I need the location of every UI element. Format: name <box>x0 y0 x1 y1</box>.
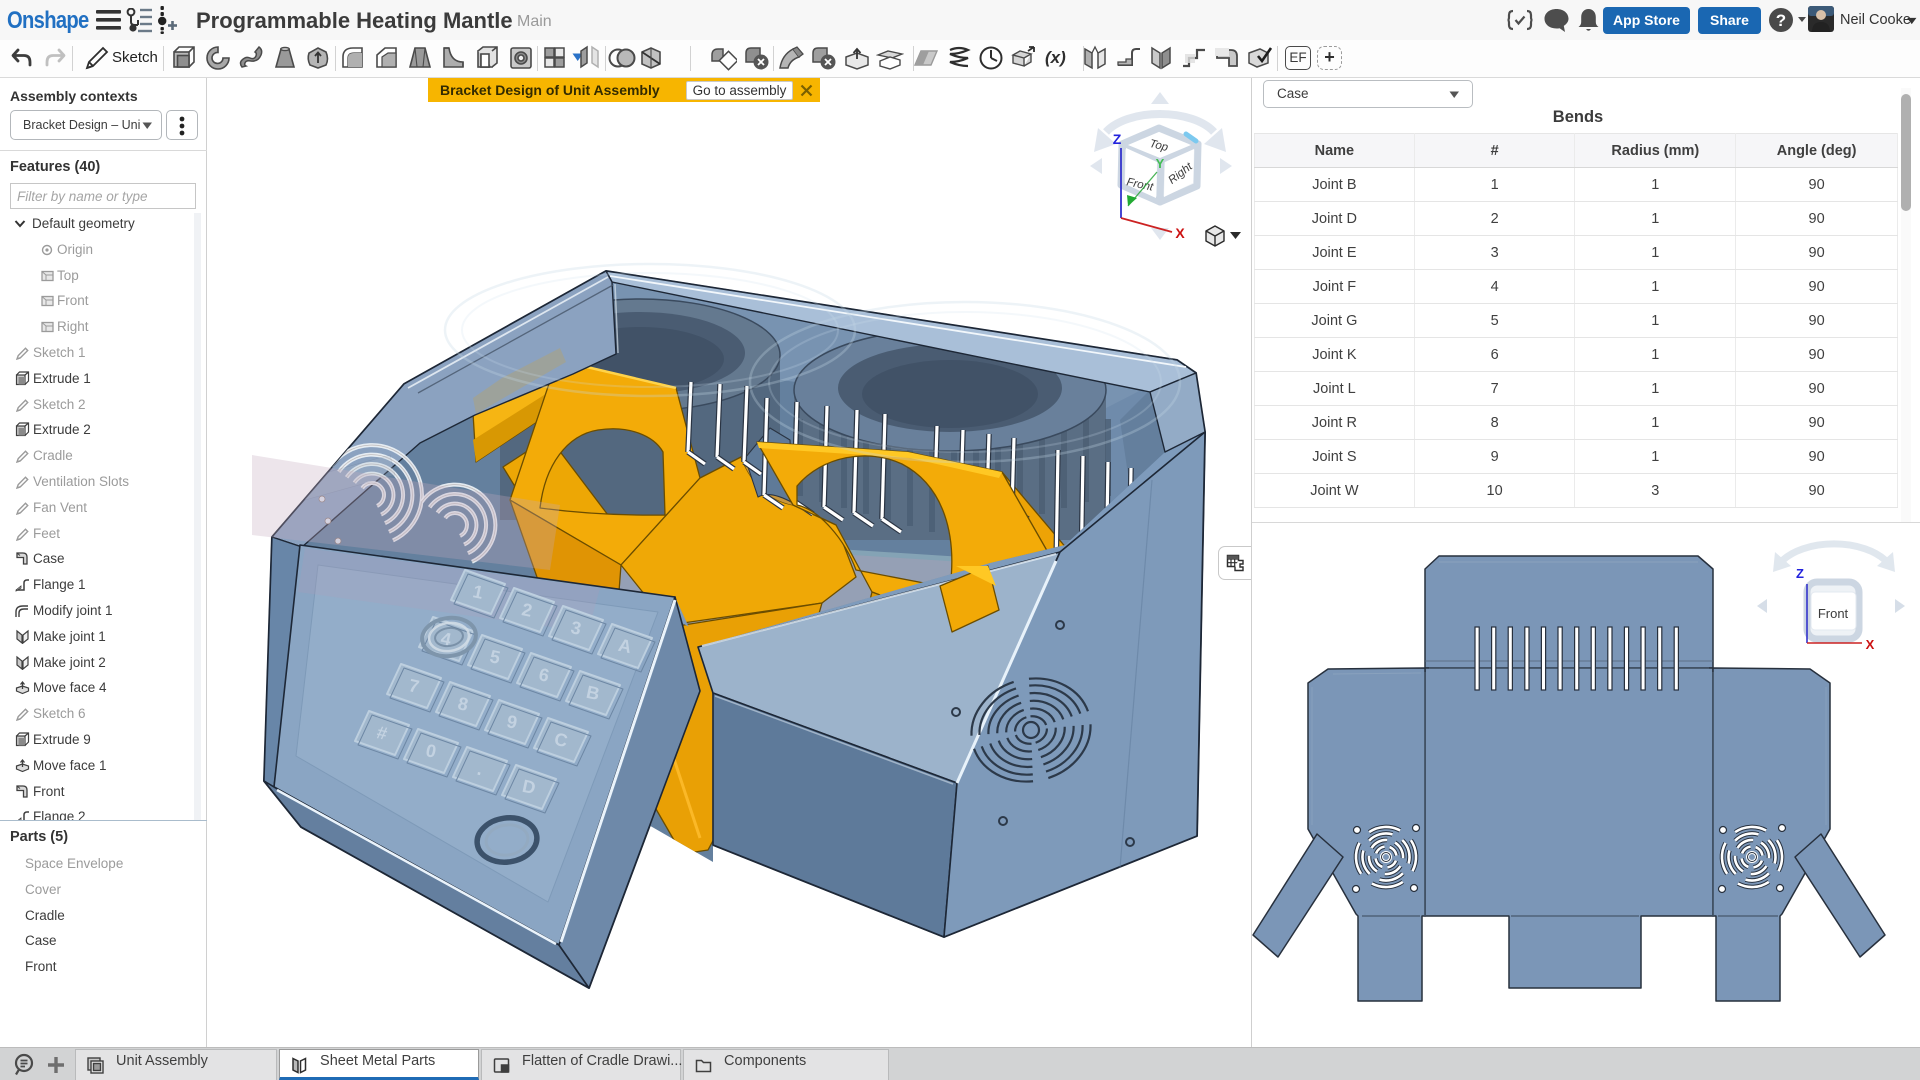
svg-text:?: ? <box>1776 11 1786 30</box>
svg-text:X: X <box>1175 225 1185 241</box>
svg-text:Z: Z <box>1113 131 1122 147</box>
svg-text:X: X <box>1866 637 1875 652</box>
svg-text:Front: Front <box>1818 606 1849 621</box>
svg-text:Y: Y <box>1156 156 1165 171</box>
svg-text:Z: Z <box>1796 566 1804 581</box>
